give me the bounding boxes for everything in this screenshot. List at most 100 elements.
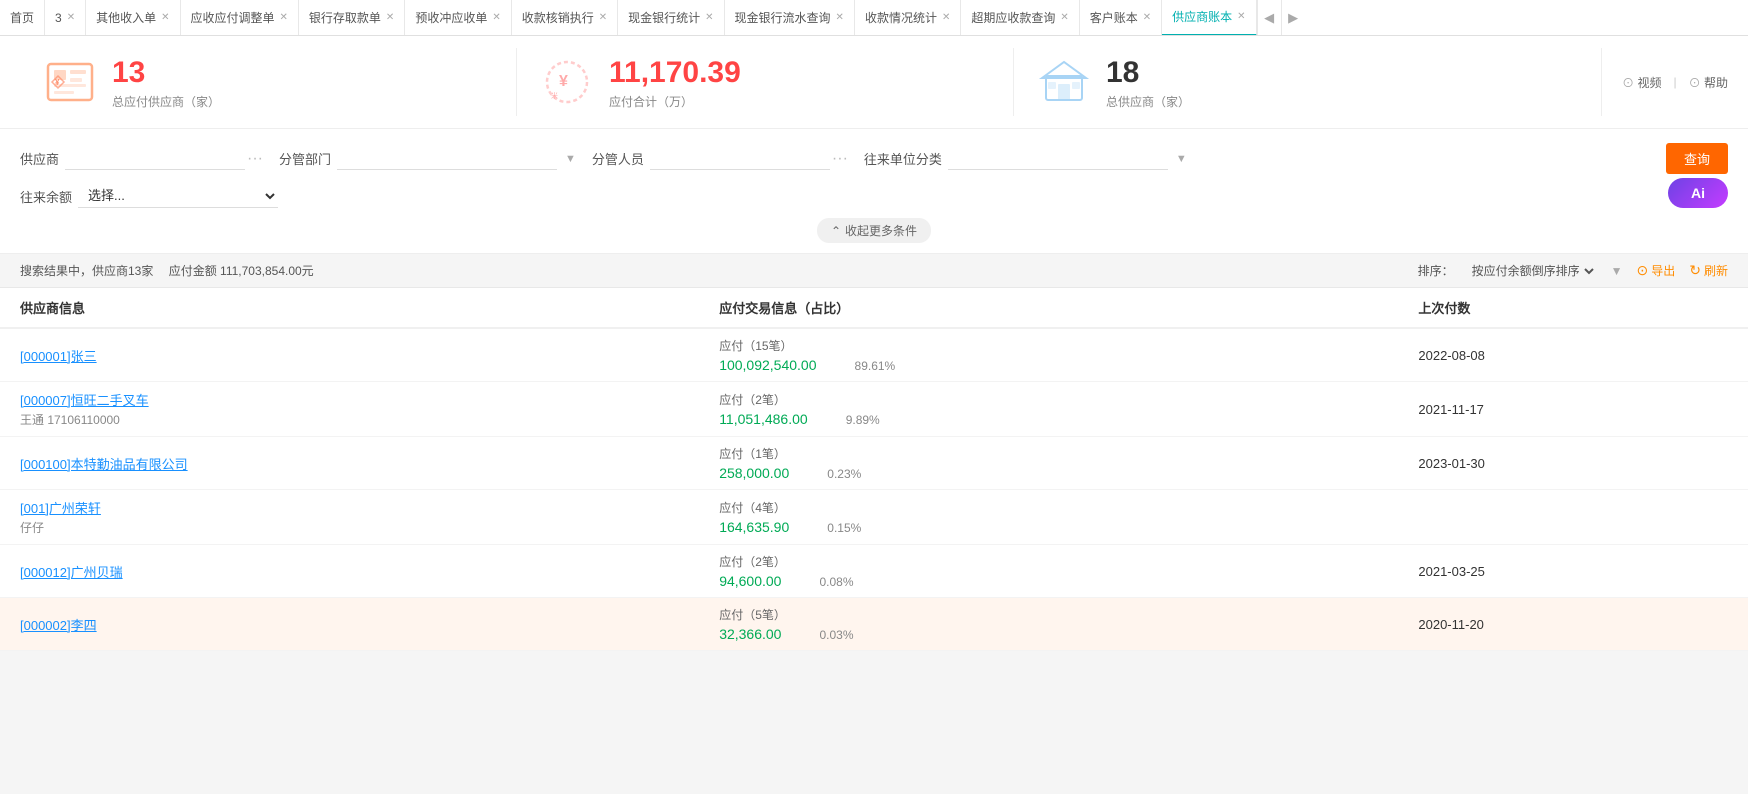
sort-dropdown-icon[interactable]: ▼	[1611, 264, 1623, 278]
dept-filter-input[interactable]	[337, 148, 557, 170]
nav-tab-income[interactable]: 其他收入单 ✕	[86, 0, 180, 36]
summary-bar: ¥ 13 总应付供应商（家） ¥ 米 11,170.39 应付合计（万）	[0, 36, 1748, 129]
payable-supplier-label: 总应付供应商（家）	[112, 93, 220, 110]
supplier-link[interactable]: [000100]本特勤油品有限公司	[20, 457, 188, 472]
table-row: [001]广州荣轩仔仔 应付（4笔） 164,635.90 0.15%	[0, 490, 1748, 545]
close-icon[interactable]: ✕	[161, 12, 169, 23]
collapse-icon: ⌃	[831, 224, 841, 238]
close-icon[interactable]: ✕	[492, 12, 500, 23]
supplier-icon: ¥	[40, 52, 100, 112]
video-link[interactable]: ⊙ 视频	[1622, 74, 1661, 91]
nav-tab-cashstat[interactable]: 现金银行统计 ✕	[618, 0, 724, 36]
amount-icon: ¥ 米	[537, 52, 597, 112]
payable-supplier-info: 13 总应付供应商（家）	[112, 55, 220, 110]
nav-tab-bank[interactable]: 银行存取款单 ✕	[299, 0, 405, 36]
supplier-cell: [001]广州荣轩仔仔	[0, 490, 699, 545]
nav-tab-prepay[interactable]: 预收冲应收单 ✕	[405, 0, 511, 36]
close-icon[interactable]: ✕	[942, 12, 950, 23]
nav-tab-3[interactable]: 3 ✕	[45, 0, 86, 36]
result-actions: 排序： 按应付余额倒序排序 ▼ ⊙ 导出 ↻ 刷新	[1418, 262, 1728, 279]
top-navigation: 首页 3 ✕ 其他收入单 ✕ 应收应付调整单 ✕ 银行存取款单 ✕ 预收冲应收单…	[0, 0, 1748, 36]
supplier-filter-label: 供应商	[20, 149, 59, 168]
pay-pct: 0.23%	[827, 467, 861, 481]
category-filter-input[interactable]	[948, 148, 1168, 170]
supplier-link[interactable]: [001]广州荣轩	[20, 501, 101, 516]
filter-row-1: 供应商 ··· 分管部门 ▼ 分管人员 ··· 往来单位分类 ▼ 查询	[20, 143, 1728, 174]
pay-info-cell: 应付（2笔） 11,051,486.00 9.89%	[699, 382, 1398, 437]
last-pay-date: 2023-01-30	[1418, 456, 1485, 471]
last-pay-cell: 2021-03-25	[1398, 545, 1748, 598]
export-icon: ⊙	[1637, 262, 1649, 279]
supplier-cell: [000007]恒旺二手叉车王通 17106110000	[0, 382, 699, 437]
refresh-button[interactable]: ↻ 刷新	[1689, 262, 1728, 279]
pay-amount: 94,600.00	[719, 573, 781, 589]
top-right-links: ⊙ 视频 | ⊙ 帮助	[1602, 74, 1728, 91]
filter-supplier: 供应商 ···	[20, 148, 263, 170]
supplier-link[interactable]: [000002]李四	[20, 618, 97, 633]
category-filter-label: 往来单位分类	[864, 149, 942, 168]
person-filter-dots[interactable]: ···	[832, 150, 848, 168]
close-icon[interactable]: ✕	[705, 12, 713, 23]
supplier-link[interactable]: [000007]恒旺二手叉车	[20, 393, 149, 408]
supplier-cell: [000100]本特勤油品有限公司	[0, 437, 699, 490]
sort-select[interactable]: 按应付余额倒序排序	[1468, 263, 1597, 279]
nav-tab-customer[interactable]: 客户账本 ✕	[1080, 0, 1162, 36]
close-icon[interactable]: ✕	[67, 12, 75, 23]
nav-tab-home[interactable]: 首页	[0, 0, 45, 36]
pay-label: 应付（2笔）	[719, 553, 1378, 570]
person-filter-input[interactable]	[650, 148, 830, 170]
close-icon[interactable]: ✕	[599, 12, 607, 23]
pay-label: 应付（5笔）	[719, 606, 1378, 623]
close-icon[interactable]: ✕	[1060, 12, 1068, 23]
summary-card-payable: ¥ 13 总应付供应商（家）	[20, 48, 517, 116]
filter-person: 分管人员 ···	[592, 148, 848, 170]
total-supplier-count: 18	[1106, 55, 1190, 91]
help-link[interactable]: ⊙ 帮助	[1689, 74, 1728, 91]
result-supplier-count: 搜索结果中，供应商13家	[20, 264, 153, 278]
category-dropdown-icon[interactable]: ▼	[1176, 153, 1187, 165]
last-pay-date: 2021-03-25	[1418, 564, 1485, 579]
col-supplier-info: 供应商信息	[0, 288, 699, 328]
refresh-icon: ↻	[1689, 262, 1701, 279]
collapse-button[interactable]: ⌃ 收起更多条件	[817, 218, 931, 243]
total-amount-info: 11,170.39 应付合计（万）	[609, 55, 741, 110]
nav-tab-paystat[interactable]: 收款情况统计 ✕	[855, 0, 961, 36]
dept-filter-label: 分管部门	[279, 149, 331, 168]
close-icon[interactable]: ✕	[1237, 11, 1245, 22]
close-icon[interactable]: ✕	[386, 12, 394, 23]
balance-filter-select[interactable]: 选择...	[78, 184, 278, 208]
pay-info-cell: 应付（5笔） 32,366.00 0.03%	[699, 598, 1398, 651]
total-supplier-label: 总供应商（家）	[1106, 93, 1190, 110]
export-button[interactable]: ⊙ 导出	[1637, 262, 1676, 279]
pay-amount: 100,092,540.00	[719, 357, 816, 373]
store-icon	[1034, 52, 1094, 112]
supplier-link[interactable]: [000001]张三	[20, 349, 97, 364]
ai-button[interactable]: Ai	[1668, 178, 1728, 208]
nav-tab-cashflow[interactable]: 现金银行流水查询 ✕	[725, 0, 855, 36]
close-icon[interactable]: ✕	[280, 12, 288, 23]
pay-pct: 0.03%	[819, 628, 853, 642]
dept-dropdown-icon[interactable]: ▼	[565, 153, 576, 165]
filter-dept: 分管部门 ▼	[279, 148, 576, 170]
supplier-link[interactable]: [000012]广州贝瑞	[20, 565, 123, 580]
pay-pct: 9.89%	[846, 413, 880, 427]
close-icon[interactable]: ✕	[836, 12, 844, 23]
payable-supplier-count: 13	[112, 55, 220, 91]
supplier-filter-dots[interactable]: ···	[247, 150, 263, 168]
nav-next-arrow[interactable]: ▶	[1281, 0, 1305, 36]
nav-tab-collection[interactable]: 收款核销执行 ✕	[512, 0, 618, 36]
supplier-cell: [000012]广州贝瑞	[0, 545, 699, 598]
table-row: [000001]张三 应付（15笔） 100,092,540.00 89.61%…	[0, 328, 1748, 382]
nav-prev-arrow[interactable]: ◀	[1257, 0, 1281, 36]
pay-info-cell: 应付（1笔） 258,000.00 0.23%	[699, 437, 1398, 490]
search-button[interactable]: 查询	[1666, 143, 1728, 174]
nav-tab-adjustment[interactable]: 应收应付调整单 ✕	[181, 0, 299, 36]
supplier-filter-input[interactable]	[65, 148, 245, 170]
filter-area: 供应商 ··· 分管部门 ▼ 分管人员 ··· 往来单位分类 ▼ 查询 往来余额…	[0, 129, 1748, 254]
nav-tab-supplier[interactable]: 供应商账本 ✕	[1162, 0, 1256, 36]
nav-tab-overdue[interactable]: 超期应收款查询 ✕	[961, 0, 1079, 36]
summary-card-amount: ¥ 米 11,170.39 应付合计（万）	[517, 48, 1014, 116]
close-icon[interactable]: ✕	[1143, 12, 1151, 23]
svg-text:¥: ¥	[55, 78, 60, 87]
pay-info-cell: 应付（4笔） 164,635.90 0.15%	[699, 490, 1398, 545]
